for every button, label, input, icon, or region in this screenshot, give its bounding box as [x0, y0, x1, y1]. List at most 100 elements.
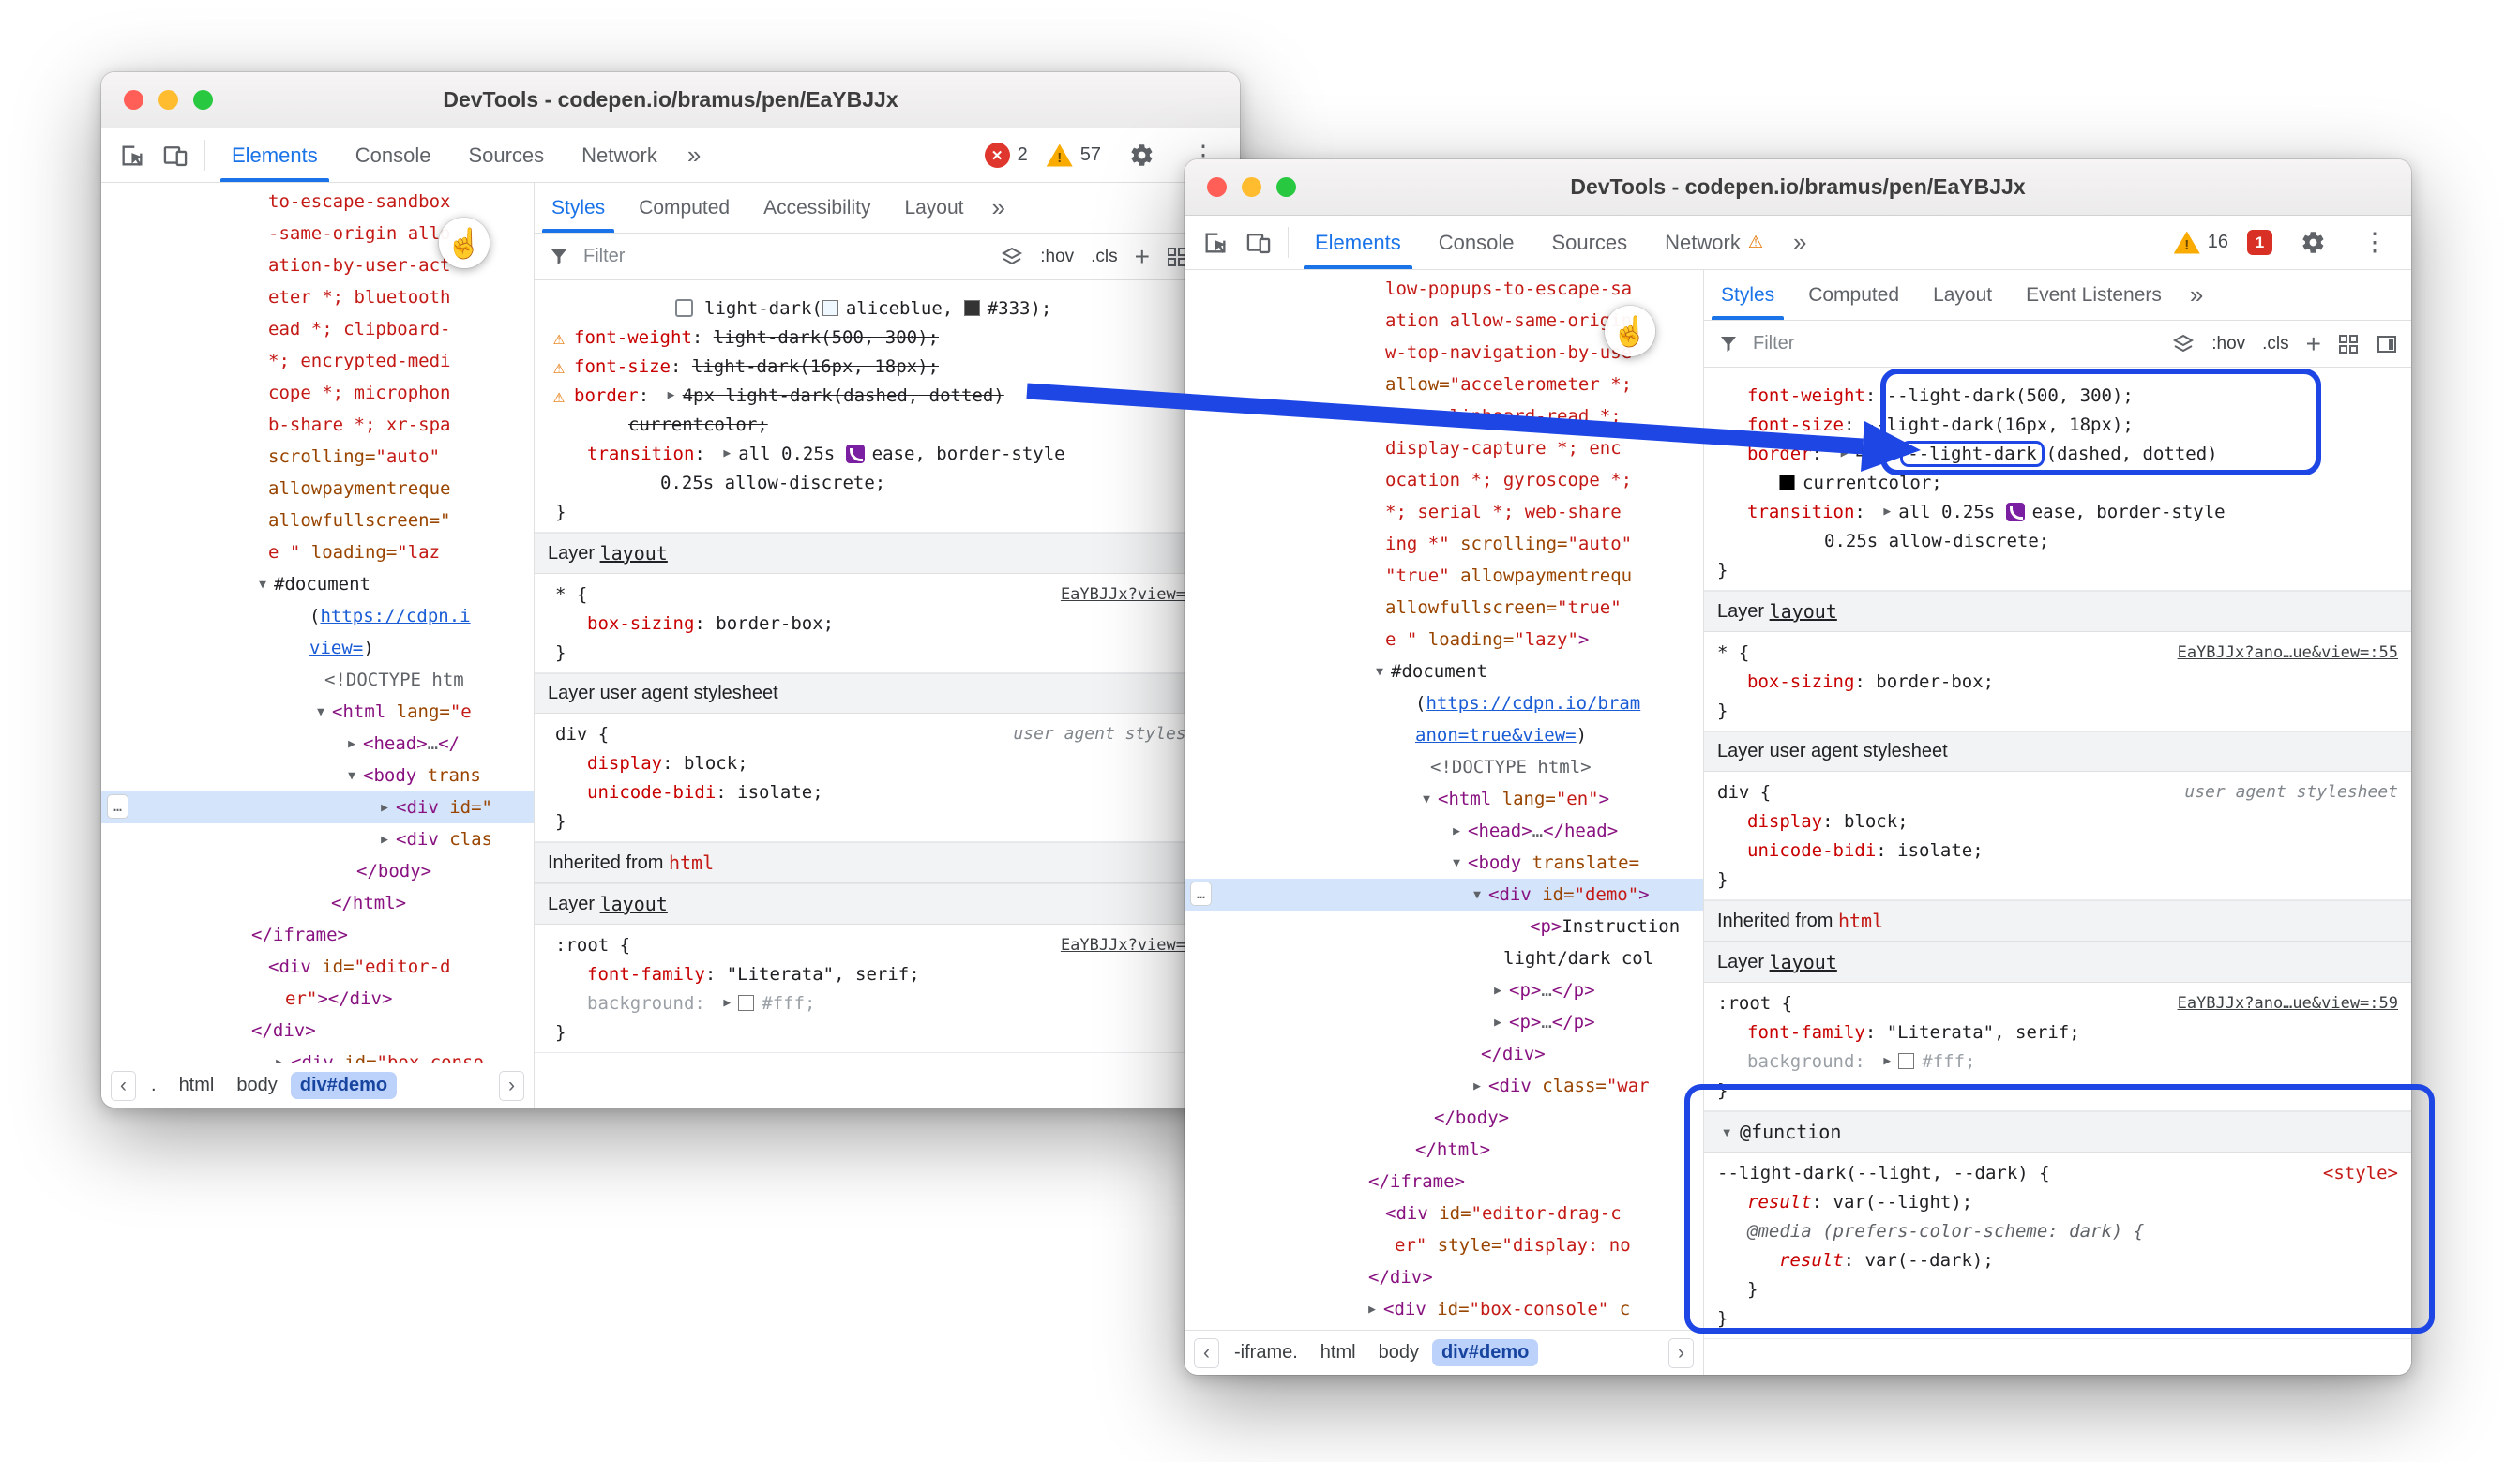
- source-link[interactable]: EaYBJJx?view=: [1061, 585, 1185, 604]
- dom-tree-row[interactable]: ▶<head>…</: [101, 728, 534, 760]
- dom-tree-row[interactable]: ▶<div id="box-console" c: [1185, 1293, 1703, 1325]
- dom-tree-row[interactable]: eter *; bluetooth: [101, 281, 534, 313]
- zoom-button[interactable]: [193, 90, 213, 110]
- toggle-element-state-button[interactable]: :hov: [2211, 334, 2245, 354]
- dom-tree-row[interactable]: cope *; microphon: [101, 377, 534, 409]
- dom-tree-row[interactable]: ead *; clipboard-: [101, 313, 534, 345]
- style-declaration-row[interactable]: display: block;: [1704, 806, 2411, 836]
- dom-tree-row[interactable]: *; serial *; web-share: [1185, 496, 1703, 528]
- inline-more-button[interactable]: …: [107, 794, 128, 819]
- styles-filter-input[interactable]: Filter: [583, 246, 625, 267]
- layer-link[interactable]: layout: [600, 542, 668, 565]
- dom-tree-row[interactable]: </html>: [101, 887, 534, 919]
- dom-tree-row[interactable]: (https://cdpn.i: [101, 600, 534, 632]
- dom-tree-row[interactable]: er" style="display: no: [1185, 1229, 1703, 1261]
- breadcrumb-item[interactable]: html: [1311, 1339, 1366, 1366]
- style-declaration-row[interactable]: }: [1704, 1274, 2411, 1304]
- style-declaration-row[interactable]: border: ▶4px --light-dark(dashed, dotted…: [1704, 439, 2411, 468]
- breadcrumb-prev-icon[interactable]: ‹: [1194, 1338, 1219, 1368]
- tab-network[interactable]: Network⚠: [1646, 216, 1782, 269]
- device-toolbar-icon[interactable]: [154, 128, 197, 182]
- tab-layout[interactable]: Layout: [1916, 270, 2009, 320]
- dom-tree-row[interactable]: to-escape-sandbox: [101, 186, 534, 218]
- style-declaration-row[interactable]: }: [535, 497, 1240, 526]
- tab-accessibility[interactable]: Accessibility: [747, 183, 887, 233]
- style-declaration-row[interactable]: }: [1704, 696, 2411, 725]
- minimize-button[interactable]: [1242, 177, 1261, 197]
- tab-console[interactable]: Console: [337, 128, 450, 182]
- tab-styles[interactable]: Styles: [535, 183, 622, 233]
- inline-more-button[interactable]: …: [1190, 882, 1212, 906]
- more-panels-button[interactable]: »: [1782, 216, 1818, 269]
- toggle-element-state-button[interactable]: :hov: [1040, 247, 1074, 267]
- close-button[interactable]: [124, 90, 143, 110]
- dom-tree-row[interactable]: ocation *; gyroscope *;: [1185, 464, 1703, 496]
- style-declaration-row[interactable]: div {user agent stylesheet: [1704, 777, 2411, 806]
- tab-event-listeners[interactable]: Event Listeners: [2009, 270, 2179, 320]
- console-warnings-badge[interactable]: ! 16: [2174, 232, 2228, 254]
- style-declaration-row[interactable]: display: block;: [535, 748, 1240, 777]
- inspect-element-icon[interactable]: [111, 128, 154, 182]
- layers-icon[interactable]: [1001, 246, 1023, 268]
- tab-console[interactable]: Console: [1420, 216, 1533, 269]
- breadcrumb-item[interactable]: body: [227, 1072, 286, 1099]
- tab-sources[interactable]: Sources: [1532, 216, 1646, 269]
- new-style-rule-button[interactable]: +: [1135, 244, 1150, 270]
- style-declaration-row[interactable]: 0.25s allow-discrete;: [535, 468, 1240, 497]
- dom-tree-row[interactable]: …▶<div id=": [101, 791, 534, 823]
- dom-tree-row[interactable]: </div>: [1185, 1038, 1703, 1070]
- new-style-rule-button[interactable]: +: [2306, 331, 2321, 357]
- style-declaration-row[interactable]: * {EaYBJJx?view=: [535, 580, 1240, 609]
- style-declaration-row[interactable]: }: [1704, 555, 2411, 584]
- dom-tree-row[interactable]: </div>: [1185, 1261, 1703, 1293]
- dom-tree-row[interactable]: …▼<div id="demo">: [1185, 879, 1703, 911]
- style-declaration-row[interactable]: }: [535, 638, 1240, 667]
- dom-tree-row[interactable]: <div id="editor-d: [101, 951, 534, 983]
- style-declaration-row[interactable]: light-dark(aliceblue, #333);: [535, 294, 1240, 323]
- dom-tree-row[interactable]: </iframe>: [101, 919, 534, 951]
- declaration-checkbox[interactable]: [675, 299, 693, 317]
- dom-tree-row[interactable]: <p>Instruction: [1185, 911, 1703, 942]
- breadcrumb-item[interactable]: html: [170, 1072, 224, 1099]
- source-link[interactable]: EaYBJJx?ano…ue&view=:55: [2178, 643, 2398, 662]
- layer-link[interactable]: layout: [1770, 600, 1837, 623]
- dom-tree-row[interactable]: ▼#document: [101, 568, 534, 600]
- dom-tree-row[interactable]: ▼#document: [1185, 656, 1703, 687]
- style-declaration-row[interactable]: unicode-bidi: isolate;: [535, 777, 1240, 806]
- tab-computed[interactable]: Computed: [1791, 270, 1916, 320]
- tab-network[interactable]: Network: [563, 128, 676, 182]
- console-warnings-badge[interactable]: ! 57: [1047, 144, 1101, 167]
- kebab-menu-icon[interactable]: ⋮: [2353, 228, 2396, 257]
- settings-gear-icon[interactable]: [1120, 143, 1163, 168]
- inspect-element-icon[interactable]: [1194, 216, 1237, 269]
- tab-computed[interactable]: Computed: [622, 183, 747, 233]
- toggle-class-button[interactable]: .cls: [1091, 247, 1118, 267]
- tab-layout[interactable]: Layout: [887, 183, 980, 233]
- style-declaration-row[interactable]: background: ▶#fff;: [1704, 1047, 2411, 1076]
- titlebar[interactable]: DevTools - codepen.io/bramus/pen/EaYBJJx: [1185, 159, 2411, 216]
- dom-tree-row[interactable]: ▶<head>…</head>: [1185, 815, 1703, 847]
- breadcrumb-prev-icon[interactable]: ‹: [111, 1071, 136, 1101]
- style-declaration-row[interactable]: div {user agent stylesheet: [535, 719, 1240, 748]
- style-declaration-row[interactable]: background: ▶#fff;: [535, 988, 1240, 1017]
- dom-tree-row[interactable]: allowfullscreen=": [101, 505, 534, 536]
- dom-tree-row[interactable]: ▶<p>…</p>: [1185, 1006, 1703, 1038]
- source-link[interactable]: EaYBJJx?view=: [1061, 936, 1185, 955]
- dom-tree-row[interactable]: ▶<div id="box-conso: [101, 1047, 534, 1063]
- breadcrumb-item-selected[interactable]: div#demo: [291, 1072, 397, 1099]
- dom-tree-row[interactable]: e " loading="lazy">: [1185, 624, 1703, 656]
- style-declaration-row[interactable]: :root {EaYBJJx?view=: [535, 930, 1240, 959]
- tab-styles[interactable]: Styles: [1704, 270, 1791, 320]
- style-declaration-row[interactable]: result: var(--light);: [1704, 1187, 2411, 1216]
- dom-tree-row[interactable]: display-capture *; enc: [1185, 432, 1703, 464]
- style-declaration-row[interactable]: box-sizing: border-box;: [535, 609, 1240, 638]
- style-declaration-row[interactable]: currentcolor;: [1704, 468, 2411, 497]
- style-declaration-row[interactable]: :root {EaYBJJx?ano…ue&view=:59: [1704, 988, 2411, 1017]
- dom-tree-row[interactable]: allowpaymentreque: [101, 473, 534, 505]
- code-text[interactable]: html: [669, 852, 714, 874]
- style-declaration-row[interactable]: }: [535, 806, 1240, 836]
- dom-tree-row[interactable]: b-share *; xr-spa: [101, 409, 534, 441]
- style-declaration-row[interactable]: @media (prefers-color-scheme: dark) {: [1704, 1216, 2411, 1245]
- dom-tree-row[interactable]: scrolling="auto": [101, 441, 534, 473]
- dom-tree-row[interactable]: ▼<html lang="e: [101, 696, 534, 728]
